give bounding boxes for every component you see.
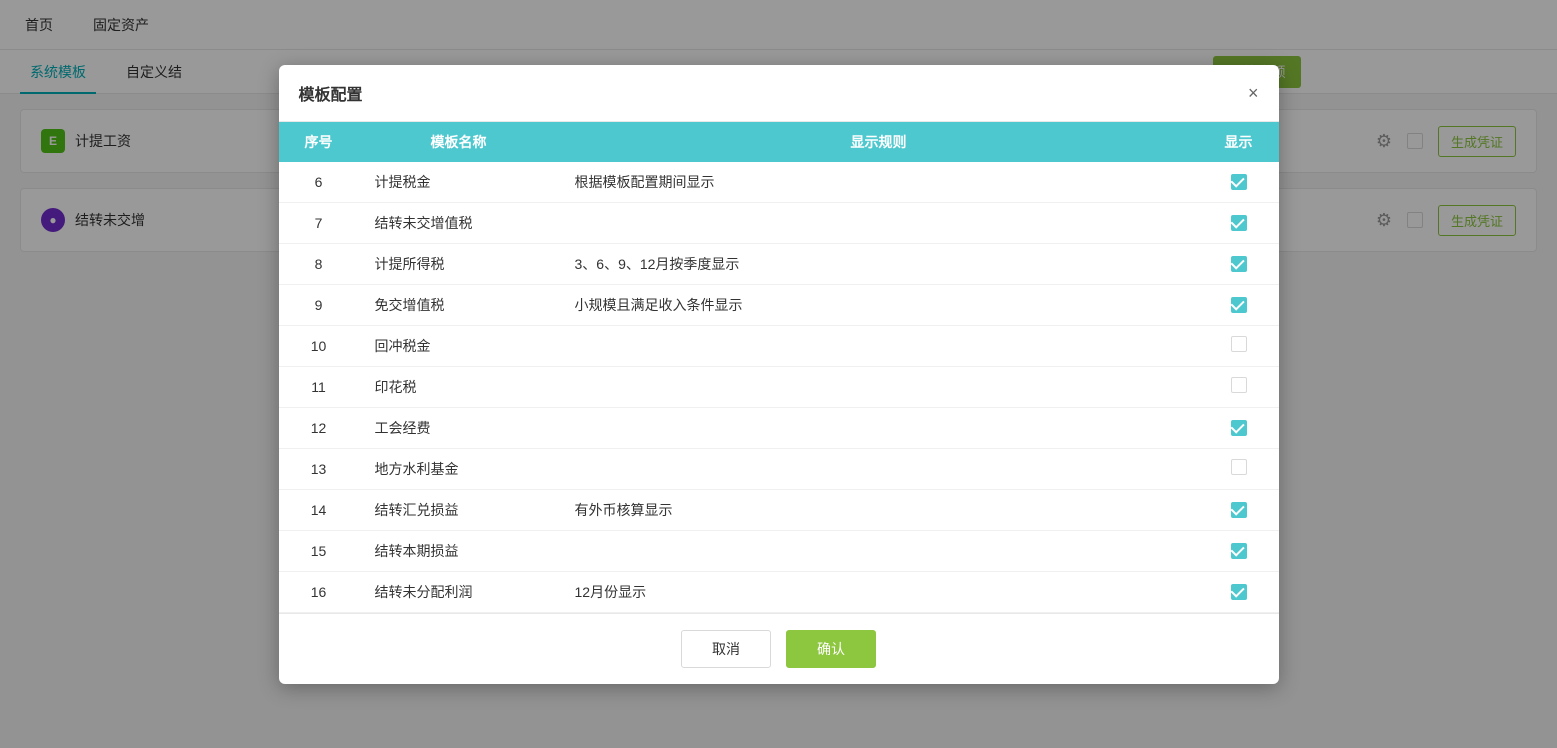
row-rule-3: 小规模且满足收入条件显示 xyxy=(559,284,1199,325)
row-checkbox-cell-10 xyxy=(1199,571,1279,612)
row-rule-2: 3、6、9、12月按季度显示 xyxy=(559,243,1199,284)
row-index-4: 10 xyxy=(279,325,359,366)
row-rule-9 xyxy=(559,530,1199,571)
modal-close-button[interactable]: × xyxy=(1248,84,1259,102)
modal-overlay: 模板配置 × 序号 模板名称 显示规则 显示 6计提税金根据模板配置期间显 xyxy=(0,0,1557,748)
row-checkbox-cell-7 xyxy=(1199,448,1279,489)
row-checkbox-2[interactable] xyxy=(1231,256,1247,272)
row-index-1: 7 xyxy=(279,202,359,243)
row-checkbox-9[interactable] xyxy=(1231,543,1247,559)
table-row: 9免交增值税小规模且满足收入条件显示 xyxy=(279,284,1279,325)
row-checkbox-cell-1 xyxy=(1199,202,1279,243)
row-index-8: 14 xyxy=(279,489,359,530)
row-rule-0: 根据模板配置期间显示 xyxy=(559,162,1199,203)
row-checkbox-6[interactable] xyxy=(1231,420,1247,436)
table-row: 13地方水利基金 xyxy=(279,448,1279,489)
table-body: 6计提税金根据模板配置期间显示7结转未交增值税8计提所得税3、6、9、12月按季… xyxy=(279,162,1279,613)
row-index-6: 12 xyxy=(279,407,359,448)
row-rule-10: 12月份显示 xyxy=(559,571,1199,612)
row-rule-1 xyxy=(559,202,1199,243)
modal-header: 模板配置 × xyxy=(279,65,1279,122)
row-checkbox-cell-3 xyxy=(1199,284,1279,325)
row-checkbox-10[interactable] xyxy=(1231,584,1247,600)
row-name-1: 结转未交增值税 xyxy=(359,202,559,243)
row-name-5: 印花税 xyxy=(359,366,559,407)
template-config-modal: 模板配置 × 序号 模板名称 显示规则 显示 6计提税金根据模板配置期间显 xyxy=(279,65,1279,684)
row-checkbox-4[interactable] xyxy=(1231,336,1247,352)
table-row: 12工会经费 xyxy=(279,407,1279,448)
row-checkbox-3[interactable] xyxy=(1231,297,1247,313)
table-header-row: 序号 模板名称 显示规则 显示 xyxy=(279,122,1279,162)
row-name-7: 地方水利基金 xyxy=(359,448,559,489)
table-row: 7结转未交增值税 xyxy=(279,202,1279,243)
row-index-5: 11 xyxy=(279,366,359,407)
row-rule-7 xyxy=(559,448,1199,489)
row-checkbox-cell-6 xyxy=(1199,407,1279,448)
table-row: 10回冲税金 xyxy=(279,325,1279,366)
row-index-7: 13 xyxy=(279,448,359,489)
table-head: 序号 模板名称 显示规则 显示 xyxy=(279,122,1279,162)
col-header-rule: 显示规则 xyxy=(559,122,1199,162)
row-checkbox-7[interactable] xyxy=(1231,459,1247,475)
row-checkbox-cell-9 xyxy=(1199,530,1279,571)
row-checkbox-8[interactable] xyxy=(1231,502,1247,518)
table-row: 11印花税 xyxy=(279,366,1279,407)
row-rule-5 xyxy=(559,366,1199,407)
row-name-2: 计提所得税 xyxy=(359,243,559,284)
row-checkbox-cell-5 xyxy=(1199,366,1279,407)
table-row: 15结转本期损益 xyxy=(279,530,1279,571)
row-checkbox-cell-0 xyxy=(1199,162,1279,203)
row-checkbox-cell-2 xyxy=(1199,243,1279,284)
row-checkbox-cell-4 xyxy=(1199,325,1279,366)
table-row: 6计提税金根据模板配置期间显示 xyxy=(279,162,1279,203)
table-row: 14结转汇兑损益有外币核算显示 xyxy=(279,489,1279,530)
row-index-10: 16 xyxy=(279,571,359,612)
row-name-0: 计提税金 xyxy=(359,162,559,203)
col-header-index: 序号 xyxy=(279,122,359,162)
row-checkbox-0[interactable] xyxy=(1231,174,1247,190)
row-rule-8: 有外币核算显示 xyxy=(559,489,1199,530)
row-rule-4 xyxy=(559,325,1199,366)
modal-footer: 取消 确认 xyxy=(279,613,1279,684)
row-name-4: 回冲税金 xyxy=(359,325,559,366)
modal-body: 序号 模板名称 显示规则 显示 6计提税金根据模板配置期间显示7结转未交增值税8… xyxy=(279,122,1279,613)
row-index-3: 9 xyxy=(279,284,359,325)
row-checkbox-1[interactable] xyxy=(1231,215,1247,231)
col-header-name: 模板名称 xyxy=(359,122,559,162)
row-checkbox-5[interactable] xyxy=(1231,377,1247,393)
table-scroll-area[interactable]: 序号 模板名称 显示规则 显示 6计提税金根据模板配置期间显示7结转未交增值税8… xyxy=(279,122,1279,613)
row-name-3: 免交增值税 xyxy=(359,284,559,325)
row-name-6: 工会经费 xyxy=(359,407,559,448)
table-row: 8计提所得税3、6、9、12月按季度显示 xyxy=(279,243,1279,284)
table-row: 16结转未分配利润12月份显示 xyxy=(279,571,1279,612)
col-header-display: 显示 xyxy=(1199,122,1279,162)
row-name-8: 结转汇兑损益 xyxy=(359,489,559,530)
row-name-10: 结转未分配利润 xyxy=(359,571,559,612)
config-table: 序号 模板名称 显示规则 显示 6计提税金根据模板配置期间显示7结转未交增值税8… xyxy=(279,122,1279,613)
confirm-button[interactable]: 确认 xyxy=(786,630,876,668)
row-index-2: 8 xyxy=(279,243,359,284)
row-index-9: 15 xyxy=(279,530,359,571)
row-index-0: 6 xyxy=(279,162,359,203)
modal-title: 模板配置 xyxy=(299,81,363,105)
row-checkbox-cell-8 xyxy=(1199,489,1279,530)
cancel-button[interactable]: 取消 xyxy=(681,630,771,668)
row-name-9: 结转本期损益 xyxy=(359,530,559,571)
row-rule-6 xyxy=(559,407,1199,448)
